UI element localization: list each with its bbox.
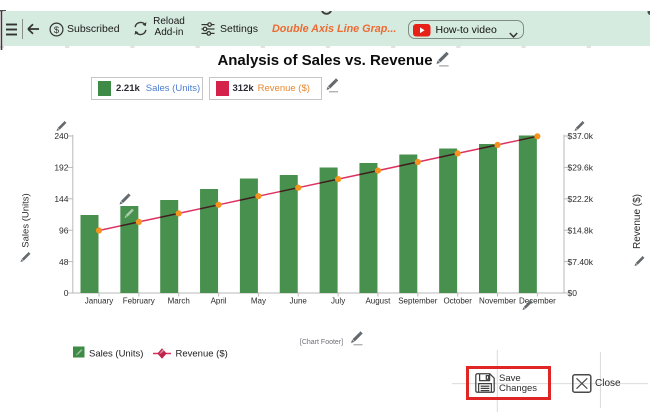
svg-text:48: 48 — [59, 257, 69, 267]
svg-text:$14.8k: $14.8k — [568, 225, 594, 235]
svg-text:January: January — [85, 297, 113, 306]
svg-text:192: 192 — [54, 163, 68, 173]
svg-text:Sales (Units): Sales (Units) — [89, 349, 143, 360]
svg-text:August: August — [365, 297, 391, 306]
svg-text:240: 240 — [54, 131, 68, 141]
svg-text:$37.0k: $37.0k — [568, 131, 594, 141]
svg-text:$29.6k: $29.6k — [568, 163, 594, 173]
svg-text:Revenue ($): Revenue ($) — [632, 194, 643, 249]
svg-text:February: February — [123, 297, 155, 306]
svg-text:$0: $0 — [568, 288, 578, 298]
svg-text:December: December — [519, 297, 556, 306]
svg-text:0: 0 — [64, 288, 69, 298]
svg-text:June: June — [290, 297, 308, 306]
svg-text:144: 144 — [54, 194, 68, 204]
svg-text:March: March — [168, 297, 190, 306]
svg-text:Sales (Units): Sales (Units) — [21, 193, 32, 247]
svg-text:[Chart Footer]: [Chart Footer] — [300, 339, 343, 346]
svg-text:$7.40k: $7.40k — [568, 257, 594, 267]
svg-text:April: April — [211, 297, 227, 306]
svg-text:November: November — [479, 297, 516, 306]
svg-text:October: October — [443, 297, 472, 306]
svg-text:$: $ — [54, 25, 60, 36]
svg-text:May: May — [251, 297, 266, 306]
svg-text:July: July — [331, 297, 345, 306]
svg-text:$22.2k: $22.2k — [568, 194, 594, 204]
svg-text:96: 96 — [59, 225, 69, 235]
svg-text:Revenue ($): Revenue ($) — [176, 349, 228, 360]
svg-text:September: September — [398, 297, 437, 306]
